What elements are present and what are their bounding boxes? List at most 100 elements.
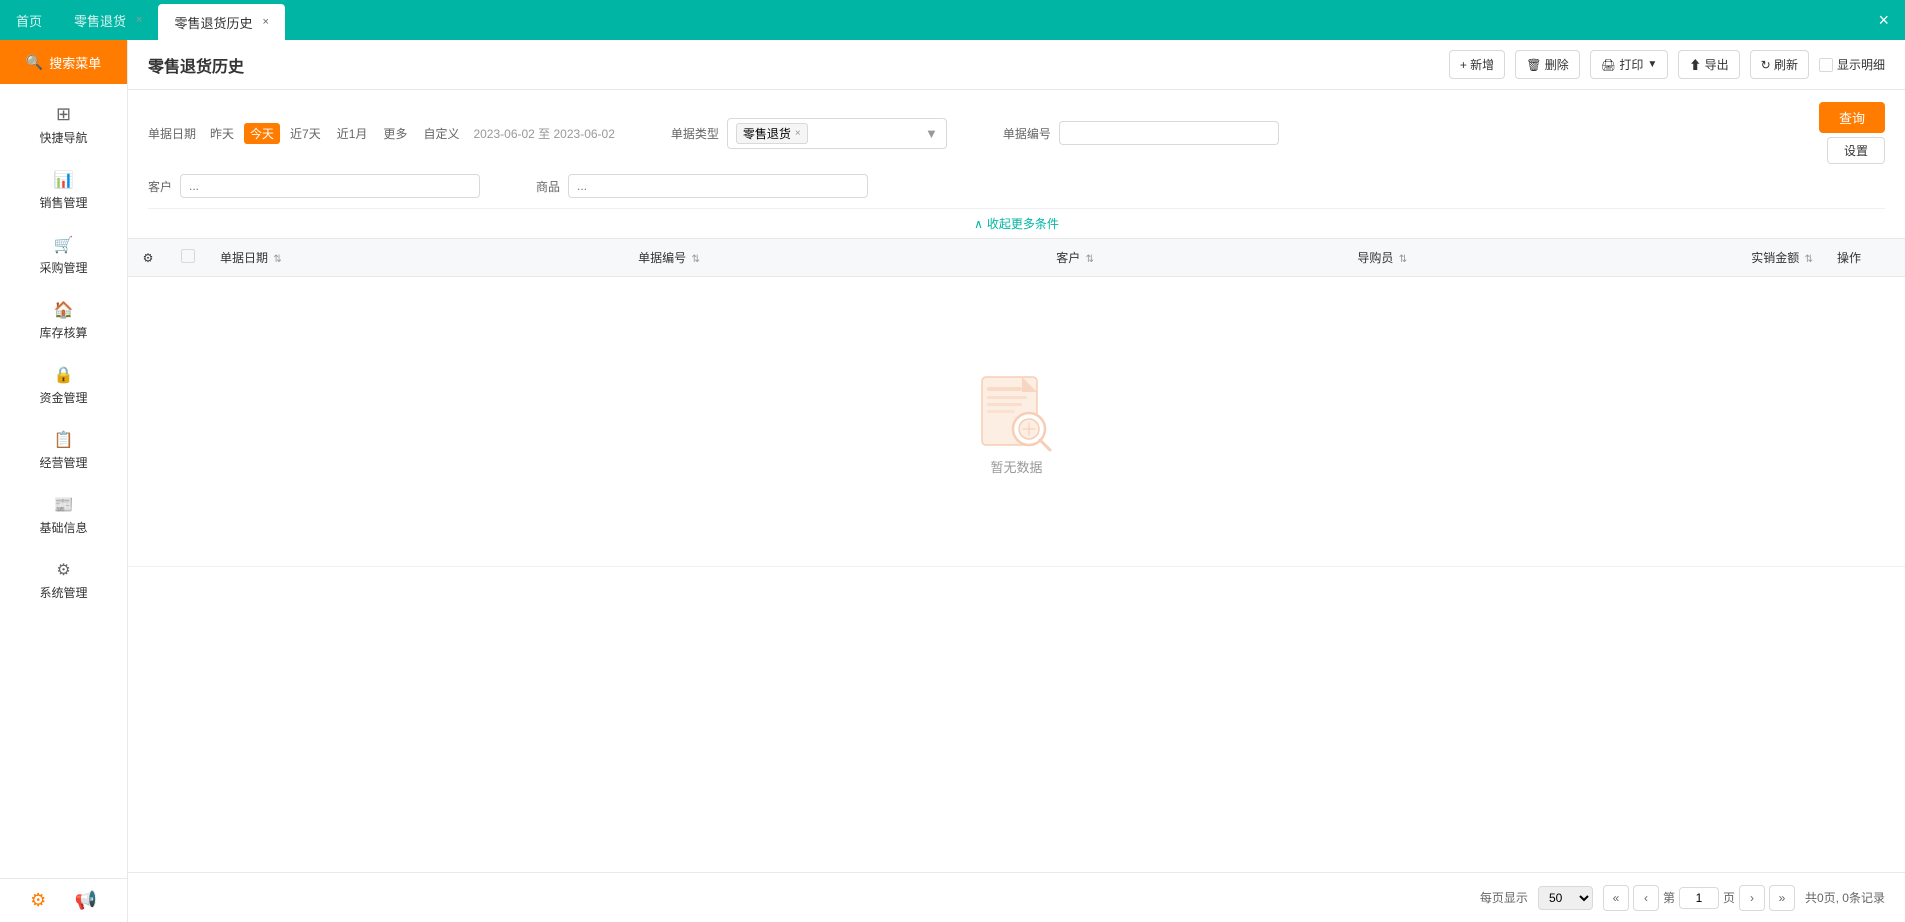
display-detail-checkbox[interactable]: 显示明细 [1819,56,1885,73]
tab-retail-return[interactable]: 零售退货 × [58,0,158,40]
customer-input[interactable] [180,174,480,198]
sales-mgmt-icon: 📊 [54,170,74,190]
doc-type-label: 单据类型 [671,125,719,142]
sidebar-item-quick-nav[interactable]: ⊞ 快捷导航 [0,92,127,158]
sidebar: 🔍 搜索菜单 ⊞ 快捷导航 📊 销售管理 🛒 采购管理 🏠 库存核算 🔒 [0,40,128,922]
last-page-button[interactable]: » [1769,885,1795,911]
sidebar-item-finance[interactable]: 🔒 资金管理 [0,353,127,418]
delete-button[interactable]: 🗑 删除 [1515,50,1580,79]
first-page-button[interactable]: « [1603,885,1629,911]
print-button[interactable]: 🖨 打印 ▼ [1590,50,1668,79]
page-label: 第 [1663,889,1675,906]
filter-row-2: 客户 商品 [148,174,1885,198]
export-button-label: ⬆ 导出 [1689,56,1728,73]
base-info-icon: 📰 [54,495,74,515]
page-size-select[interactable]: 50 10 20 100 [1538,886,1593,910]
doc-date-sort-icon[interactable]: ⇅ [273,254,281,265]
settings-button[interactable]: 设置 [1827,137,1885,164]
table-col-amount: 实销金额 ⇅ [1705,239,1825,277]
query-button[interactable]: 查询 [1819,102,1885,133]
customer-label: 客户 [148,178,172,195]
sidebar-item-sales-mgmt[interactable]: 📊 销售管理 [0,158,127,223]
toolbar: + 新增 🗑 删除 🖨 打印 ▼ ⬆ 导出 ↻ 刷新 显示明细 [1449,50,1885,79]
display-detail-label: 显示明细 [1837,56,1885,73]
prev-page-button[interactable]: ‹ [1633,885,1659,911]
next-page-icon: › [1750,891,1754,905]
refresh-button[interactable]: ↻ 刷新 [1750,50,1809,79]
goods-label: 商品 [536,178,560,195]
new-button[interactable]: + 新增 [1449,50,1505,79]
next-page-button[interactable]: › [1739,885,1765,911]
table-col-action: 操作 [1825,239,1905,277]
doc-type-tag: 零售退货 × [736,123,808,144]
doc-type-select[interactable]: 零售退货 × ▼ [727,118,947,149]
sidebar-item-inventory-label: 库存核算 [39,324,87,341]
empty-text: 暂无数据 [990,457,1042,476]
tab-retail-return-history[interactable]: 零售退货历史 × [158,4,284,40]
sidebar-item-finance-label: 资金管理 [39,389,87,406]
sidebar-item-sales-mgmt-label: 销售管理 [39,194,87,211]
top-bar: 首页 零售退货 × 零售退货历史 × × [0,0,1905,40]
select-all-checkbox[interactable] [181,249,195,263]
tab-retail-return-history-close[interactable]: × [262,16,268,28]
sidebar-settings-icon[interactable]: ⚙ [30,890,46,911]
table-col-customer: 客户 ⇅ [1044,239,1345,277]
table-wrapper: ⚙ 单据日期 ⇅ 单据编号 ⇅ [128,239,1905,872]
content-area: 零售退货历史 + 新增 🗑 删除 🖨 打印 ▼ ⬆ 导出 ↻ 刷新 [128,40,1905,922]
doc-type-value: 零售退货 [743,125,791,142]
sys-mgmt-icon: ⚙ [56,560,70,580]
doc-number-sort-icon[interactable]: ⇅ [691,254,699,265]
guide-sort-icon[interactable]: ⇅ [1399,254,1407,265]
sidebar-item-business-mgmt[interactable]: 📋 经营管理 [0,418,127,483]
export-button[interactable]: ⬆ 导出 [1678,50,1739,79]
page-title: 零售退货历史 [148,53,1449,77]
table-body: 暂无数据 [128,277,1905,567]
doc-type-arrow: ▼ [925,126,938,141]
filter-date: 单据日期 昨天 今天 近7天 近1月 更多 自定义 2023-06-02 至 2… [148,123,615,144]
page-input[interactable] [1679,887,1719,909]
sidebar-bottom: ⚙ 📢 [0,878,127,922]
sidebar-item-purchase-mgmt[interactable]: 🛒 采购管理 [0,223,127,288]
collapse-button[interactable]: ∧ 收起更多条件 [148,208,1885,238]
col-action-label: 操作 [1837,251,1861,265]
window-close-button[interactable]: × [1862,10,1905,31]
sidebar-item-base-info[interactable]: 📰 基础信息 [0,483,127,548]
table-col-doc-number: 单据编号 ⇅ [626,239,1044,277]
sidebar-item-inventory[interactable]: 🏠 库存核算 [0,288,127,353]
table-settings-icon[interactable]: ⚙ [143,251,154,265]
sidebar-item-sys-mgmt[interactable]: ⚙ 系统管理 [0,548,127,613]
tab-home[interactable]: 首页 [0,0,58,40]
date-btn-yesterday[interactable]: 昨天 [204,123,240,144]
customer-sort-icon[interactable]: ⇅ [1086,254,1094,265]
sidebar-search[interactable]: 🔍 搜索菜单 [0,40,127,84]
purchase-mgmt-icon: 🛒 [54,235,74,255]
tab-retail-return-close[interactable]: × [136,14,142,26]
tab-retail-return-history-label: 零售退货历史 [174,13,252,32]
sidebar-item-base-info-label: 基础信息 [39,519,87,536]
filter-area: 单据日期 昨天 今天 近7天 近1月 更多 自定义 2023-06-02 至 2… [128,90,1905,239]
date-btn-today[interactable]: 今天 [244,123,280,144]
date-btn-7days[interactable]: 近7天 [284,123,327,144]
date-btn-custom[interactable]: 自定义 [417,123,465,144]
search-icon: 🔍 [26,54,43,71]
date-btn-more[interactable]: 更多 [377,123,413,144]
doc-number-input[interactable] [1059,121,1279,145]
print-button-label: 🖨 打印 [1601,56,1644,73]
amount-sort-icon[interactable]: ⇅ [1805,254,1813,265]
tab-home-label: 首页 [16,11,42,30]
sidebar-speaker-icon[interactable]: 📢 [74,890,96,911]
new-button-label: + 新增 [1460,56,1494,73]
col-guide-label: 导购员 [1357,251,1393,265]
sidebar-item-quick-nav-label: 快捷导航 [39,129,87,146]
doc-type-tag-close[interactable]: × [795,128,801,139]
main-layout: 🔍 搜索菜单 ⊞ 快捷导航 📊 销售管理 🛒 采购管理 🏠 库存核算 🔒 [0,40,1905,922]
sidebar-item-business-mgmt-label: 经营管理 [39,454,87,471]
table-checkbox-header [168,239,208,277]
doc-number-label: 单据编号 [1003,125,1051,142]
date-btn-1month[interactable]: 近1月 [331,123,374,144]
total-records: 共0页, 0条记录 [1805,889,1885,906]
collapse-icon: ∧ [974,217,983,231]
sidebar-nav: ⊞ 快捷导航 📊 销售管理 🛒 采购管理 🏠 库存核算 🔒 资金管理 📋 [0,84,127,878]
goods-input[interactable] [568,174,868,198]
page-label-end: 页 [1723,889,1735,906]
